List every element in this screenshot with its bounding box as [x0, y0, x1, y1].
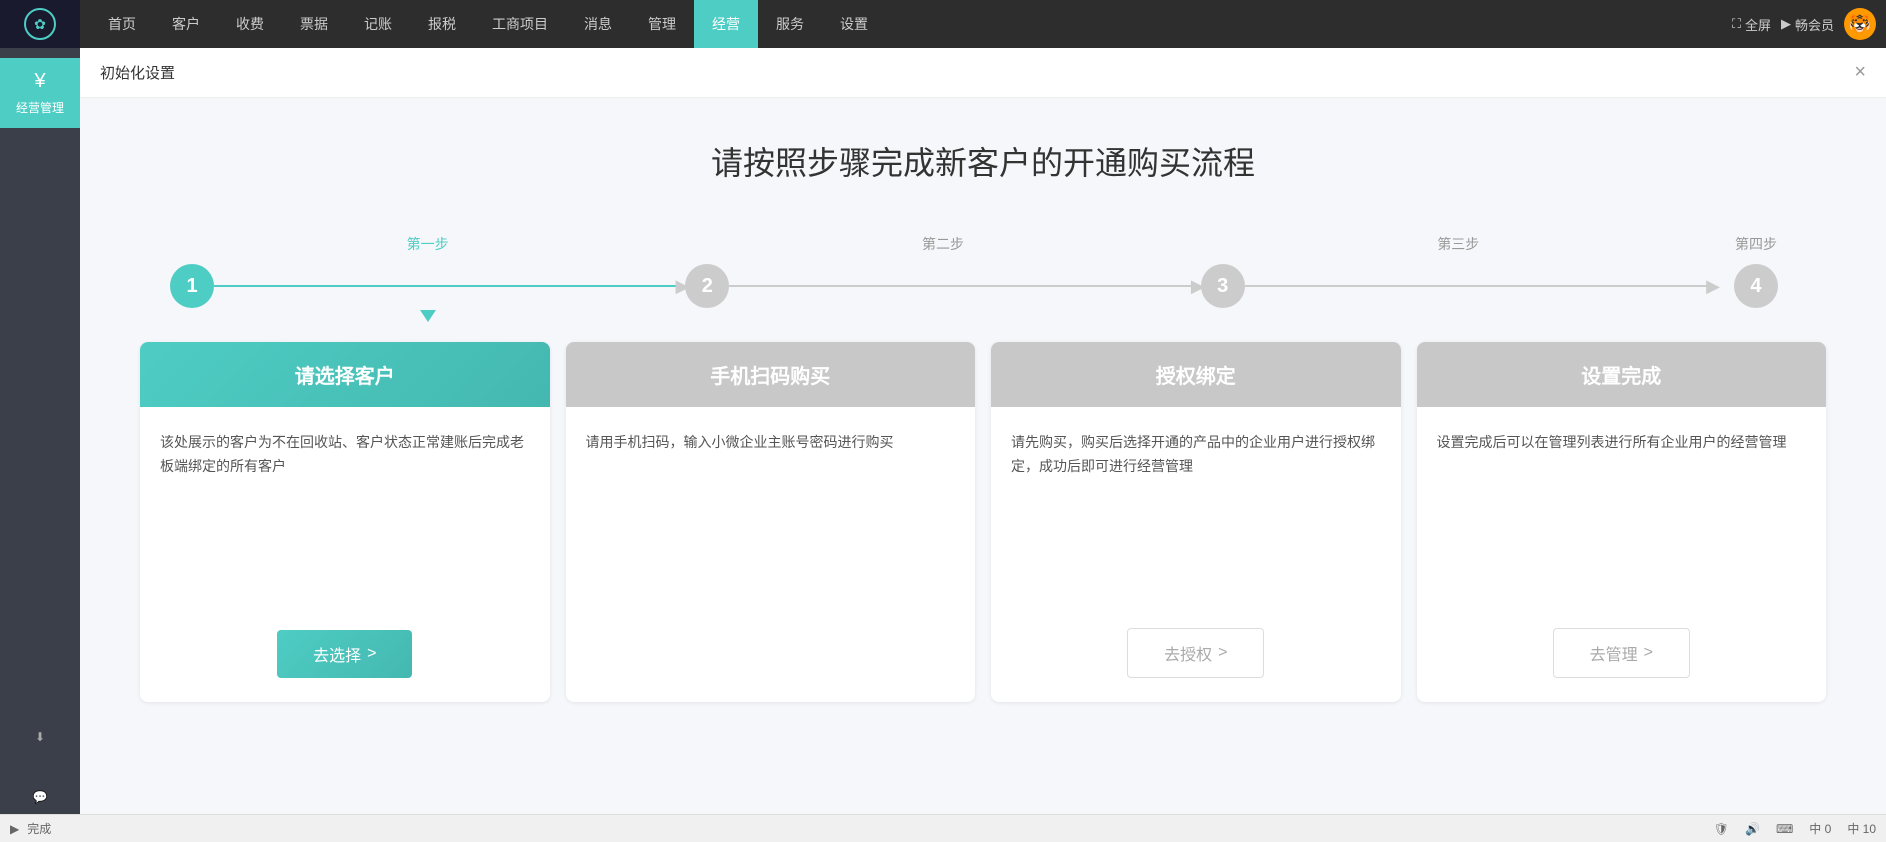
card-3-header: 授权绑定 [991, 342, 1401, 407]
operation-icon: ¥ [34, 70, 45, 93]
ime-status: 中 0 [1809, 820, 1831, 837]
card-1-footer: 去选择 > [140, 630, 550, 702]
card-step-4: 设置完成 设置完成后可以在管理列表进行所有企业用户的经营管理 去管理 > [1417, 342, 1827, 702]
go-manage-arrow: > [1644, 644, 1653, 662]
volume-icon: 🔊 [1745, 822, 1760, 836]
shield-icon: 🛡 [1714, 822, 1729, 836]
card-2-header: 手机扫码购买 [566, 342, 976, 407]
nav-operation[interactable]: 经营 [694, 0, 758, 48]
step-3-circle: 3 [1201, 264, 1245, 308]
logo-icon: ✿ [24, 8, 56, 40]
status-right: 🛡 🔊 ⌨ 中 0 中 10 [1714, 820, 1876, 837]
nav-home[interactable]: 首页 [90, 0, 154, 48]
card-step-1: 请选择客户 该处展示的客户为不在回收站、客户状态正常建账后完成老板端绑定的所有客… [140, 342, 550, 702]
download-icon: ⬇ [35, 730, 45, 744]
main-content: 初始化设置 × 请按照步骤完成新客户的开通购买流程 第一步 1 ▶ 第二步 2 [80, 48, 1886, 842]
card-3-body: 请先购买，购买后选择开通的产品中的企业用户进行授权绑定，成功后即可进行经营管理 [991, 407, 1401, 628]
nav-service[interactable]: 服务 [758, 0, 822, 48]
nav-right: ⛶ 全屏 ▶ 畅会员 🐯 [1732, 8, 1886, 40]
card-1-body: 该处展示的客户为不在回收站、客户状态正常建账后完成老板端绑定的所有客户 [140, 407, 550, 630]
nav-account[interactable]: 记账 [346, 0, 410, 48]
step-3-indicator: 第三步 3 ▶ [1201, 234, 1716, 308]
status-bar: ▶ 完成 🛡 🔊 ⌨ 中 0 中 10 [0, 814, 1886, 842]
steps-indicator: 第一步 1 ▶ 第二步 2 ▶ 第三步 [140, 234, 1826, 322]
logo-area: ✿ [0, 0, 80, 48]
nav-items: 首页 客户 收费 票据 记账 报税 工商项目 消息 管理 经营 服务 设置 [80, 0, 1732, 48]
step-3-line [1245, 285, 1710, 287]
card-4-body: 设置完成后可以在管理列表进行所有企业用户的经营管理 [1417, 407, 1827, 628]
content-area: 请按照步骤完成新客户的开通购买流程 第一步 1 ▶ 第二步 2 ▶ [80, 98, 1886, 842]
nav-fee[interactable]: 收费 [218, 0, 282, 48]
cards-row: 请选择客户 该处展示的客户为不在回收站、客户状态正常建账后完成老板端绑定的所有客… [140, 342, 1826, 702]
card-2-footer [566, 678, 976, 702]
nav-message[interactable]: 消息 [566, 0, 630, 48]
step-2-line [729, 285, 1194, 287]
step-4-indicator: 第四步 4 [1716, 234, 1796, 308]
page-header: 初始化设置 × [80, 48, 1886, 98]
top-navigation: ✿ 首页 客户 收费 票据 记账 报税 工商项目 消息 管理 经营 服务 设置 … [0, 0, 1886, 48]
clock-status: 中 10 [1847, 820, 1876, 837]
status-text: 完成 [27, 820, 51, 837]
card-step-2: 手机扫码购买 请用手机扫码，输入小微企业主账号密码进行购买 [566, 342, 976, 702]
fullscreen-button[interactable]: ⛶ 全屏 [1732, 15, 1771, 34]
vip-button[interactable]: ▶ 畅会员 [1781, 15, 1834, 34]
go-select-button[interactable]: 去选择 > [277, 630, 412, 678]
nav-settings[interactable]: 设置 [822, 0, 886, 48]
user-avatar[interactable]: 🐯 [1844, 8, 1876, 40]
step-2-label: 第二步 [922, 234, 964, 254]
step-4-circle: 4 [1734, 264, 1778, 308]
support-icon: 💬 [33, 790, 48, 804]
step-1-pointer [420, 310, 436, 322]
go-authorize-arrow: > [1218, 644, 1227, 662]
close-button[interactable]: × [1854, 61, 1866, 84]
card-4-footer: 去管理 > [1417, 628, 1827, 702]
main-title: 请按照步骤完成新客户的开通购买流程 [140, 138, 1826, 184]
card-2-body: 请用手机扫码，输入小微企业主账号密码进行购买 [566, 407, 976, 678]
step-1-label: 第一步 [407, 234, 449, 254]
go-authorize-label: 去授权 [1164, 641, 1212, 665]
step-4-label: 第四步 [1735, 234, 1777, 254]
step-2-indicator: 第二步 2 ▶ [685, 234, 1200, 308]
go-manage-label: 去管理 [1590, 641, 1638, 665]
keyboard-icon: ⌨ [1776, 822, 1793, 836]
step-1-circle: 1 [170, 264, 214, 308]
step-3-label: 第三步 [1437, 234, 1479, 254]
go-authorize-button[interactable]: 去授权 > [1127, 628, 1264, 678]
nav-bill[interactable]: 票据 [282, 0, 346, 48]
card-1-header: 请选择客户 [140, 342, 550, 407]
sidebar-item-operation[interactable]: ¥ 经营管理 [0, 58, 80, 128]
nav-business[interactable]: 工商项目 [474, 0, 566, 48]
page-title: 初始化设置 [100, 62, 175, 83]
sidebar-label: 经营管理 [16, 99, 64, 116]
fullscreen-label: 全屏 [1745, 15, 1771, 34]
sidebar-download[interactable]: ⬇ [0, 712, 80, 762]
nav-manage[interactable]: 管理 [630, 0, 694, 48]
go-manage-button[interactable]: 去管理 > [1553, 628, 1690, 678]
go-select-label: 去选择 [313, 642, 361, 666]
card-4-header: 设置完成 [1417, 342, 1827, 407]
nav-customer[interactable]: 客户 [154, 0, 218, 48]
nav-tax[interactable]: 报税 [410, 0, 474, 48]
play-icon[interactable]: ▶ [10, 822, 19, 836]
fullscreen-icon: ⛶ [1732, 16, 1741, 32]
step-2-circle: 2 [685, 264, 729, 308]
vip-icon: ▶ [1781, 16, 1791, 32]
sidebar: ¥ 经营管理 ⬇ 💬 [0, 48, 80, 842]
vip-label: 畅会员 [1795, 15, 1834, 34]
card-step-3: 授权绑定 请先购买，购买后选择开通的产品中的企业用户进行授权绑定，成功后即可进行… [991, 342, 1401, 702]
go-select-arrow: > [367, 645, 376, 663]
card-3-footer: 去授权 > [991, 628, 1401, 702]
step-1-indicator: 第一步 1 ▶ [170, 234, 685, 322]
step-1-line [214, 285, 679, 287]
